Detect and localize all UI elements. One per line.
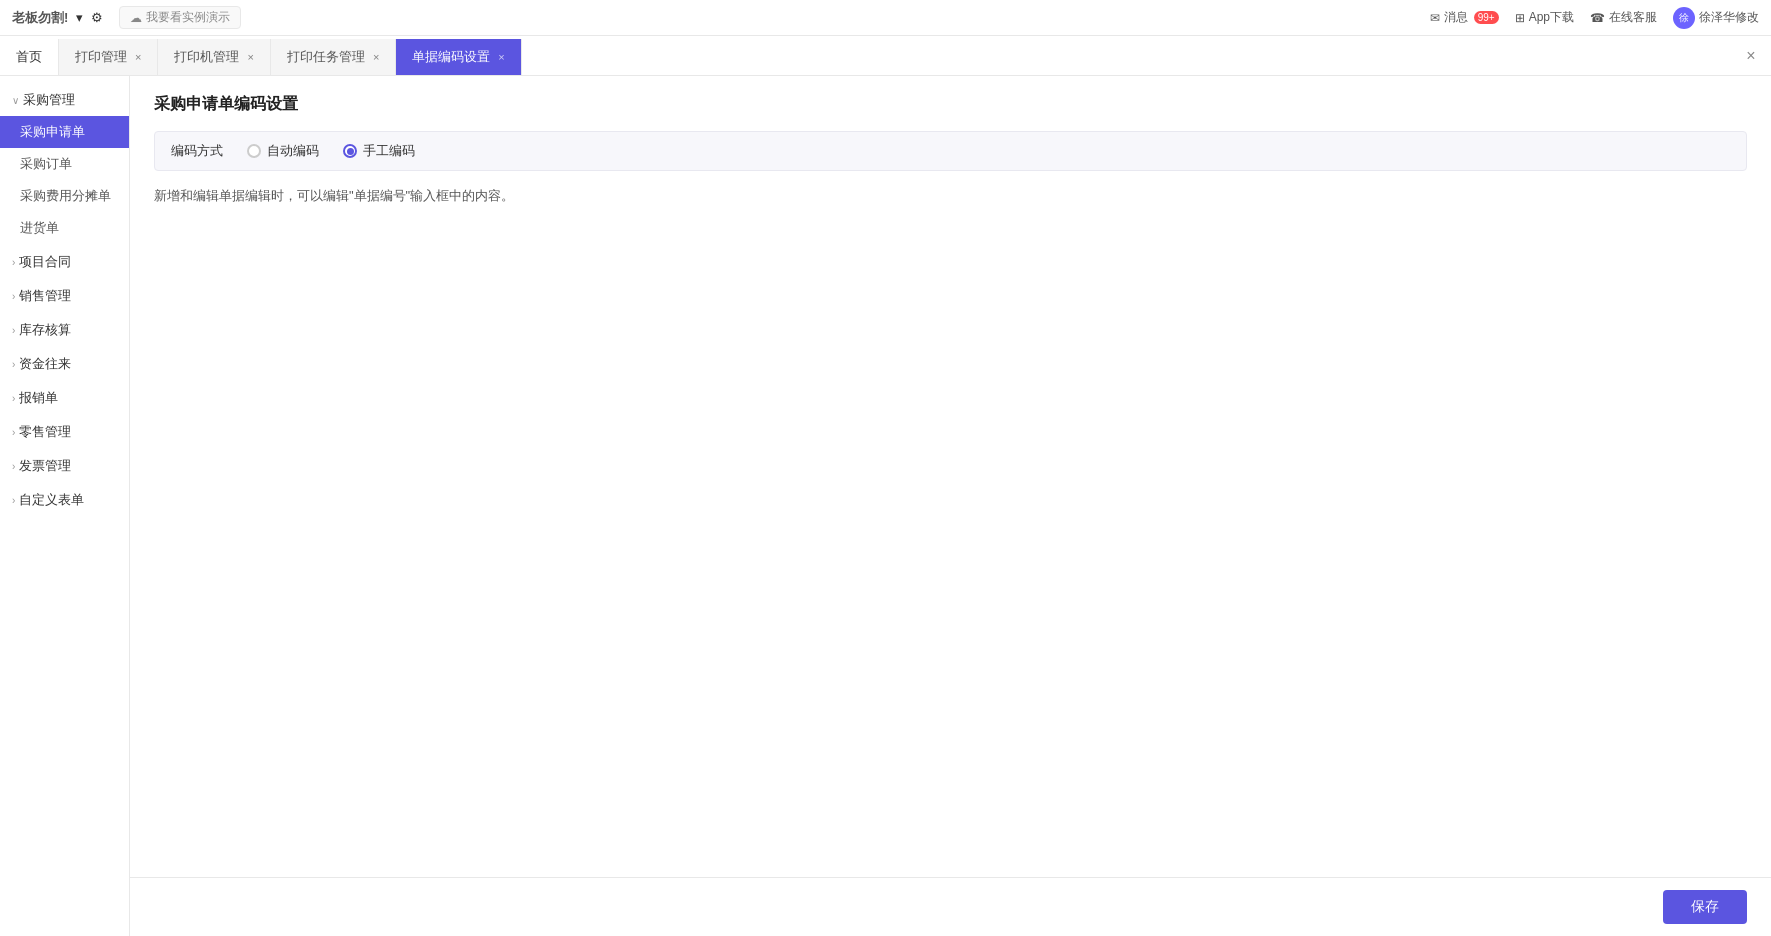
- radio-auto-label: 自动编码: [267, 142, 319, 160]
- content-footer: 保存: [130, 877, 1771, 936]
- user-profile[interactable]: 徐 徐泽华修改: [1673, 7, 1759, 29]
- code-mode-label: 编码方式: [171, 142, 223, 160]
- sidebar-group-project: › 项目合同: [0, 246, 129, 278]
- radio-manual-code[interactable]: 手工编码: [343, 142, 415, 160]
- window-close-button[interactable]: ×: [1731, 36, 1771, 76]
- sidebar-group-purchase: ∨ 采购管理 采购申请单 采购订单 采购费用分摊单 进货单: [0, 84, 129, 244]
- top-bar-right: ✉ 消息 99+ ⊞ App下载 ☎ 在线客服 徐 徐泽华修改: [1430, 7, 1759, 29]
- sidebar-group-inventory-title[interactable]: › 库存核算: [0, 314, 129, 346]
- content-header: 采购申请单编码设置 编码方式 自动编码 手工编码: [130, 76, 1771, 187]
- message-button[interactable]: ✉ 消息 99+: [1430, 9, 1499, 26]
- tab-print-task[interactable]: 打印任务管理 ×: [271, 39, 396, 75]
- page-title: 采购申请单编码设置: [154, 94, 1747, 115]
- logo-dropdown[interactable]: ▾: [76, 10, 83, 25]
- chevron-right-icon: ›: [12, 393, 15, 404]
- sidebar-item-purchase-expense[interactable]: 采购费用分摊单: [0, 180, 129, 212]
- tab-print-task-close[interactable]: ×: [373, 51, 379, 63]
- sidebar-item-goods-receipt[interactable]: 进货单: [0, 212, 129, 244]
- tab-home[interactable]: 首页: [0, 39, 59, 75]
- app-logo: 老板勿割!: [12, 9, 68, 27]
- chevron-right-icon: ›: [12, 427, 15, 438]
- tab-print-mgmt[interactable]: 打印管理 ×: [59, 39, 158, 75]
- tab-bar: 首页 打印管理 × 打印机管理 × 打印任务管理 × 单据编码设置 × ×: [0, 36, 1771, 76]
- save-button[interactable]: 保存: [1663, 890, 1747, 924]
- sidebar-group-project-title[interactable]: › 项目合同: [0, 246, 129, 278]
- content-spacer: [130, 205, 1771, 877]
- tab-print-mgmt-label: 打印管理: [75, 48, 127, 66]
- tab-barcode-setting-close[interactable]: ×: [498, 51, 504, 63]
- top-bar-left: 老板勿割! ▾ ⚙ ☁ 我要看实例演示: [12, 6, 241, 29]
- sidebar-group-retail-title[interactable]: › 零售管理: [0, 416, 129, 448]
- chevron-down-icon: ∨: [12, 95, 19, 106]
- tab-print-mgmt-close[interactable]: ×: [135, 51, 141, 63]
- chevron-right-icon: ›: [12, 359, 15, 370]
- sidebar-group-invoice-title[interactable]: › 发票管理: [0, 450, 129, 482]
- sidebar-group-sales: › 销售管理: [0, 280, 129, 312]
- tab-printer-mgmt-label: 打印机管理: [174, 48, 239, 66]
- tab-barcode-setting-label: 单据编码设置: [412, 48, 490, 66]
- sidebar-item-purchase-request[interactable]: 采购申请单: [0, 116, 129, 148]
- settings-icon[interactable]: ⚙: [91, 10, 103, 25]
- content-area: 采购申请单编码设置 编码方式 自动编码 手工编码 新增和编辑单据编辑时，可以编辑…: [130, 76, 1771, 936]
- tab-home-label: 首页: [16, 48, 42, 66]
- radio-manual-circle[interactable]: [343, 144, 357, 158]
- code-mode-row: 编码方式 自动编码 手工编码: [154, 131, 1747, 171]
- chevron-right-icon: ›: [12, 325, 15, 336]
- main-layout: ∨ 采购管理 采购申请单 采购订单 采购费用分摊单 进货单 › 项目合同: [0, 76, 1771, 936]
- service-button[interactable]: ☎ 在线客服: [1590, 9, 1657, 26]
- hint-text: 新增和编辑单据编辑时，可以编辑"单据编号"输入框中的内容。: [130, 187, 1771, 205]
- service-icon: ☎: [1590, 11, 1605, 25]
- sidebar-group-returns: › 报销单: [0, 382, 129, 414]
- sidebar-group-returns-title[interactable]: › 报销单: [0, 382, 129, 414]
- sidebar-group-purchase-title[interactable]: ∨ 采购管理: [0, 84, 129, 116]
- chevron-right-icon: ›: [12, 495, 15, 506]
- message-icon: ✉: [1430, 11, 1440, 25]
- chevron-down-icon: ▾: [76, 10, 83, 25]
- radio-manual-label: 手工编码: [363, 142, 415, 160]
- tab-barcode-setting[interactable]: 单据编码设置 ×: [396, 39, 521, 75]
- chevron-right-icon: ›: [12, 291, 15, 302]
- sidebar-group-capital-title[interactable]: › 资金往来: [0, 348, 129, 380]
- chevron-right-icon: ›: [12, 257, 15, 268]
- sidebar-group-sales-title[interactable]: › 销售管理: [0, 280, 129, 312]
- chevron-right-icon: ›: [12, 461, 15, 472]
- tab-printer-mgmt-close[interactable]: ×: [247, 51, 253, 63]
- app-icon: ⊞: [1515, 11, 1525, 25]
- radio-auto-code[interactable]: 自动编码: [247, 142, 319, 160]
- tab-printer-mgmt[interactable]: 打印机管理 ×: [158, 39, 270, 75]
- cloud-icon: ☁: [130, 11, 142, 25]
- app-download-button[interactable]: ⊞ App下载: [1515, 9, 1574, 26]
- sidebar-group-custom-form-title[interactable]: › 自定义表单: [0, 484, 129, 516]
- top-bar: 老板勿割! ▾ ⚙ ☁ 我要看实例演示 ✉ 消息 99+ ⊞ App下载 ☎ 在…: [0, 0, 1771, 36]
- sidebar-group-retail: › 零售管理: [0, 416, 129, 448]
- sidebar-item-purchase-order[interactable]: 采购订单: [0, 148, 129, 180]
- radio-auto-circle[interactable]: [247, 144, 261, 158]
- tab-print-task-label: 打印任务管理: [287, 48, 365, 66]
- avatar: 徐: [1673, 7, 1695, 29]
- sidebar-group-capital: › 资金往来: [0, 348, 129, 380]
- sidebar-group-inventory: › 库存核算: [0, 314, 129, 346]
- message-badge: 99+: [1474, 11, 1499, 24]
- sidebar-group-custom-form: › 自定义表单: [0, 484, 129, 516]
- sidebar: ∨ 采购管理 采购申请单 采购订单 采购费用分摊单 进货单 › 项目合同: [0, 76, 130, 936]
- sidebar-group-invoice: › 发票管理: [0, 450, 129, 482]
- top-search[interactable]: ☁ 我要看实例演示: [119, 6, 241, 29]
